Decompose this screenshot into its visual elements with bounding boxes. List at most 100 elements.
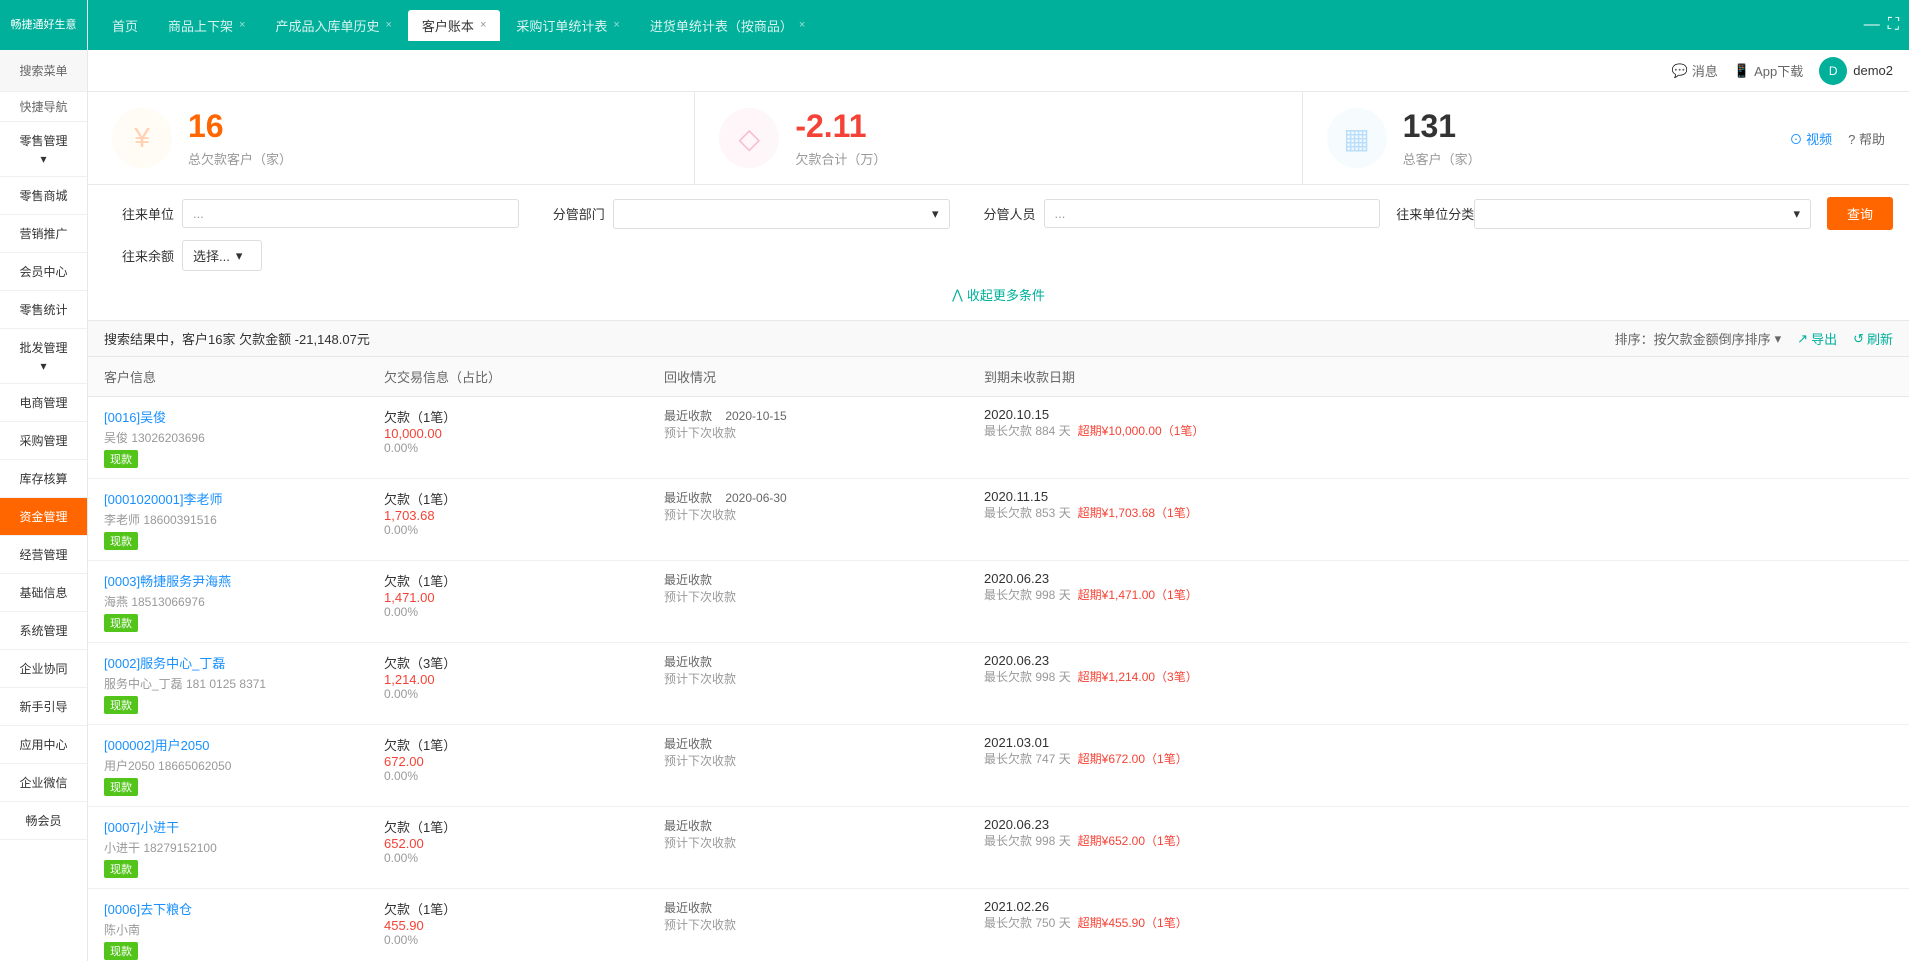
maximize-icon[interactable]: ⛶ bbox=[1888, 16, 1899, 34]
debt-percent-0: 0.00% bbox=[384, 441, 632, 455]
customer-name-link-4[interactable]: [000002]用户2050 bbox=[104, 738, 210, 753]
debt-amount-icon: ◇ bbox=[719, 108, 779, 168]
quick-nav[interactable]: 快捷导航 bbox=[0, 92, 87, 122]
refresh-button[interactable]: ↺ 刷新 bbox=[1853, 329, 1893, 348]
sidebar: 畅捷通好生意 搜索菜单 快捷导航 零售管理 ▾ 零售商城 营销推广 会员中心 零… bbox=[0, 0, 88, 961]
debt-percent-6: 0.00% bbox=[384, 933, 632, 947]
next-collection-6: 预计下次收款 bbox=[664, 916, 952, 933]
tab-home[interactable]: 首页 bbox=[98, 10, 152, 41]
sidebar-item-operations[interactable]: 经营管理 bbox=[0, 536, 87, 574]
table-row[interactable]: [0002]服务中心_丁磊 服务中心_丁磊 181 0125 8371 现款 欠… bbox=[88, 643, 1909, 725]
sidebar-item-app-center[interactable]: 应用中心 bbox=[0, 726, 87, 764]
customer-name-link-3[interactable]: [0002]服务中心_丁磊 bbox=[104, 656, 225, 671]
global-header: 💬 消息 📱 App下载 D demo2 bbox=[88, 50, 1909, 92]
table-row[interactable]: [000002]用户2050 用户2050 18665062050 现款 欠款（… bbox=[88, 725, 1909, 807]
sidebar-item-vip[interactable]: 畅会员 bbox=[0, 802, 87, 840]
customer-name-link-2[interactable]: [0003]畅捷服务尹海燕 bbox=[104, 574, 231, 589]
sidebar-item-retail-stats[interactable]: 零售统计 bbox=[0, 291, 87, 329]
sidebar-item-enterprise[interactable]: 企业协同 bbox=[0, 650, 87, 688]
table-row[interactable]: [0003]畅捷服务尹海燕 海燕 18513066976 现款 欠款（1笔） 1… bbox=[88, 561, 1909, 643]
sidebar-item-enterprise-wx[interactable]: 企业微信 bbox=[0, 764, 87, 802]
customer-name-link-1[interactable]: [0001020001]李老师 bbox=[104, 492, 223, 507]
video-btn[interactable]: ⊙ 视频 bbox=[1790, 129, 1833, 148]
debt-amount-2[interactable]: 1,471.00 bbox=[384, 590, 632, 605]
table-row[interactable]: [0016]吴俊 吴俊 13026203696 现款 欠款（1笔） 10,000… bbox=[88, 397, 1909, 479]
debt-amount-1[interactable]: 1,703.68 bbox=[384, 508, 632, 523]
debt-amount-4[interactable]: 672.00 bbox=[384, 754, 632, 769]
overdue-days-3: 最长欠款 998 天 bbox=[984, 670, 1074, 684]
collapse-button[interactable]: ⋀ 收起更多条件 bbox=[952, 285, 1045, 304]
customer-name-link-6[interactable]: [0006]去下粮仓 bbox=[104, 902, 192, 917]
tab-customer-account-close[interactable]: × bbox=[480, 19, 486, 31]
overdue-amount-link-5[interactable]: 超期¥652.00（1笔） bbox=[1078, 834, 1188, 848]
overdue-info-1: 最长欠款 853 天 超期¥1,703.68（1笔） bbox=[984, 504, 1893, 521]
debt-amount-3[interactable]: 1,214.00 bbox=[384, 672, 632, 687]
sidebar-item-system[interactable]: 系统管理 bbox=[0, 612, 87, 650]
tab-production-history-close[interactable]: × bbox=[385, 19, 391, 31]
tab-purchase-order-close[interactable]: × bbox=[613, 19, 619, 31]
minimize-icon[interactable]: — bbox=[1864, 16, 1880, 34]
customer-name-link-5[interactable]: [0007]小进干 bbox=[104, 820, 179, 835]
sidebar-item-finance[interactable]: 资金管理 bbox=[0, 498, 87, 536]
due-date-3: 2020.06.23 bbox=[984, 653, 1893, 668]
help-btn[interactable]: ? 帮助 bbox=[1848, 129, 1885, 148]
manager-input[interactable]: ... bbox=[1044, 199, 1381, 228]
search-menu-area[interactable]: 搜索菜单 bbox=[0, 50, 87, 92]
sidebar-item-label: 会员中心 bbox=[19, 263, 67, 280]
overdue-amount-link-0[interactable]: 超期¥10,000.00（1笔） bbox=[1078, 424, 1205, 438]
balance-label: 往来余额 bbox=[104, 246, 174, 265]
sidebar-item-batch-mgmt[interactable]: 批发管理 ▾ bbox=[0, 329, 87, 384]
sidebar-item-inventory[interactable]: 库存核算 bbox=[0, 460, 87, 498]
sidebar-item-basic-info[interactable]: 基础信息 bbox=[0, 574, 87, 612]
department-select[interactable]: ▾ bbox=[613, 199, 950, 229]
app-download-button[interactable]: 📱 App下载 bbox=[1734, 61, 1803, 80]
sidebar-item-purchase[interactable]: 采购管理 bbox=[0, 422, 87, 460]
table-body: [0016]吴俊 吴俊 13026203696 现款 欠款（1笔） 10,000… bbox=[88, 397, 1909, 961]
filter-btn-area: 查询 bbox=[1827, 197, 1893, 230]
table-row[interactable]: [0006]去下粮仓 陈小南 现款 欠款（1笔） 455.90 0.00% 最近… bbox=[88, 889, 1909, 961]
chevron-down-icon: ▾ bbox=[40, 359, 46, 373]
table-row[interactable]: [0007]小进干 小进干 18279152100 现款 欠款（1笔） 652.… bbox=[88, 807, 1909, 889]
source-unit-input[interactable]: ... bbox=[182, 199, 519, 228]
overdue-amount-link-3[interactable]: 超期¥1,214.00（3笔） bbox=[1078, 670, 1198, 684]
customer-name-link-0[interactable]: [0016]吴俊 bbox=[104, 410, 166, 425]
tab-home-label: 首页 bbox=[112, 16, 138, 35]
total-customers-content: 131 总客户（家） bbox=[1403, 108, 1481, 168]
sort-button[interactable]: 排序：按欠款金额倒序排序 ▾ bbox=[1615, 329, 1782, 348]
tab-product-shelf[interactable]: 商品上下架 × bbox=[154, 10, 259, 41]
message-button[interactable]: 💬 消息 bbox=[1672, 61, 1718, 80]
user-avatar[interactable]: D demo2 bbox=[1819, 57, 1893, 85]
col-header-debt: 欠交易信息（占比） bbox=[368, 357, 648, 397]
tab-product-shelf-close[interactable]: × bbox=[239, 19, 245, 31]
search-button[interactable]: 查询 bbox=[1827, 197, 1893, 230]
logo-text: 畅捷通好生意 bbox=[11, 18, 77, 32]
sidebar-item-marketing[interactable]: 营销推广 bbox=[0, 215, 87, 253]
sidebar-item-label: 系统管理 bbox=[19, 622, 67, 639]
unit-category-select[interactable]: ▾ bbox=[1474, 199, 1811, 229]
tab-production-history[interactable]: 产成品入库单历史 × bbox=[261, 10, 405, 41]
overdue-amount-link-2[interactable]: 超期¥1,471.00（1笔） bbox=[1078, 588, 1198, 602]
overdue-amount-link-1[interactable]: 超期¥1,703.68（1笔） bbox=[1078, 506, 1198, 520]
debt-amount-6[interactable]: 455.90 bbox=[384, 918, 632, 933]
filter-balance: 往来余额 选择... ▾ bbox=[104, 240, 1893, 271]
table-row[interactable]: [0001020001]李老师 李老师 18600391516 现款 欠款（1笔… bbox=[88, 479, 1909, 561]
sidebar-item-retail-mall[interactable]: 零售商城 bbox=[0, 177, 87, 215]
balance-select[interactable]: 选择... ▾ bbox=[182, 240, 262, 271]
sidebar-item-member[interactable]: 会员中心 bbox=[0, 253, 87, 291]
overdue-amount-link-4[interactable]: 超期¥672.00（1笔） bbox=[1078, 752, 1188, 766]
sidebar-item-new-guide[interactable]: 新手引导 bbox=[0, 688, 87, 726]
tab-purchase-order[interactable]: 采购订单统计表 × bbox=[502, 10, 633, 41]
tab-import-stats[interactable]: 进货单统计表（按商品） × bbox=[636, 10, 819, 41]
debt-amount-0[interactable]: 10,000.00 bbox=[384, 426, 632, 441]
app-download-label: App下载 bbox=[1754, 61, 1803, 80]
export-button[interactable]: ↗ 导出 bbox=[1797, 329, 1837, 348]
tab-customer-account[interactable]: 客户账本 × bbox=[408, 10, 500, 41]
cell-collection-3: 最近收款 预计下次收款 bbox=[648, 643, 968, 725]
overdue-info-4: 最长欠款 747 天 超期¥672.00（1笔） bbox=[984, 750, 1893, 767]
overdue-amount-link-6[interactable]: 超期¥455.90（1笔） bbox=[1078, 916, 1188, 930]
search-menu-button[interactable]: 搜索菜单 bbox=[6, 58, 81, 83]
sidebar-item-ecommerce[interactable]: 电商管理 bbox=[0, 384, 87, 422]
debt-amount-5[interactable]: 652.00 bbox=[384, 836, 632, 851]
sidebar-item-retail-mgmt[interactable]: 零售管理 ▾ bbox=[0, 122, 87, 177]
tab-import-stats-close[interactable]: × bbox=[799, 19, 805, 31]
